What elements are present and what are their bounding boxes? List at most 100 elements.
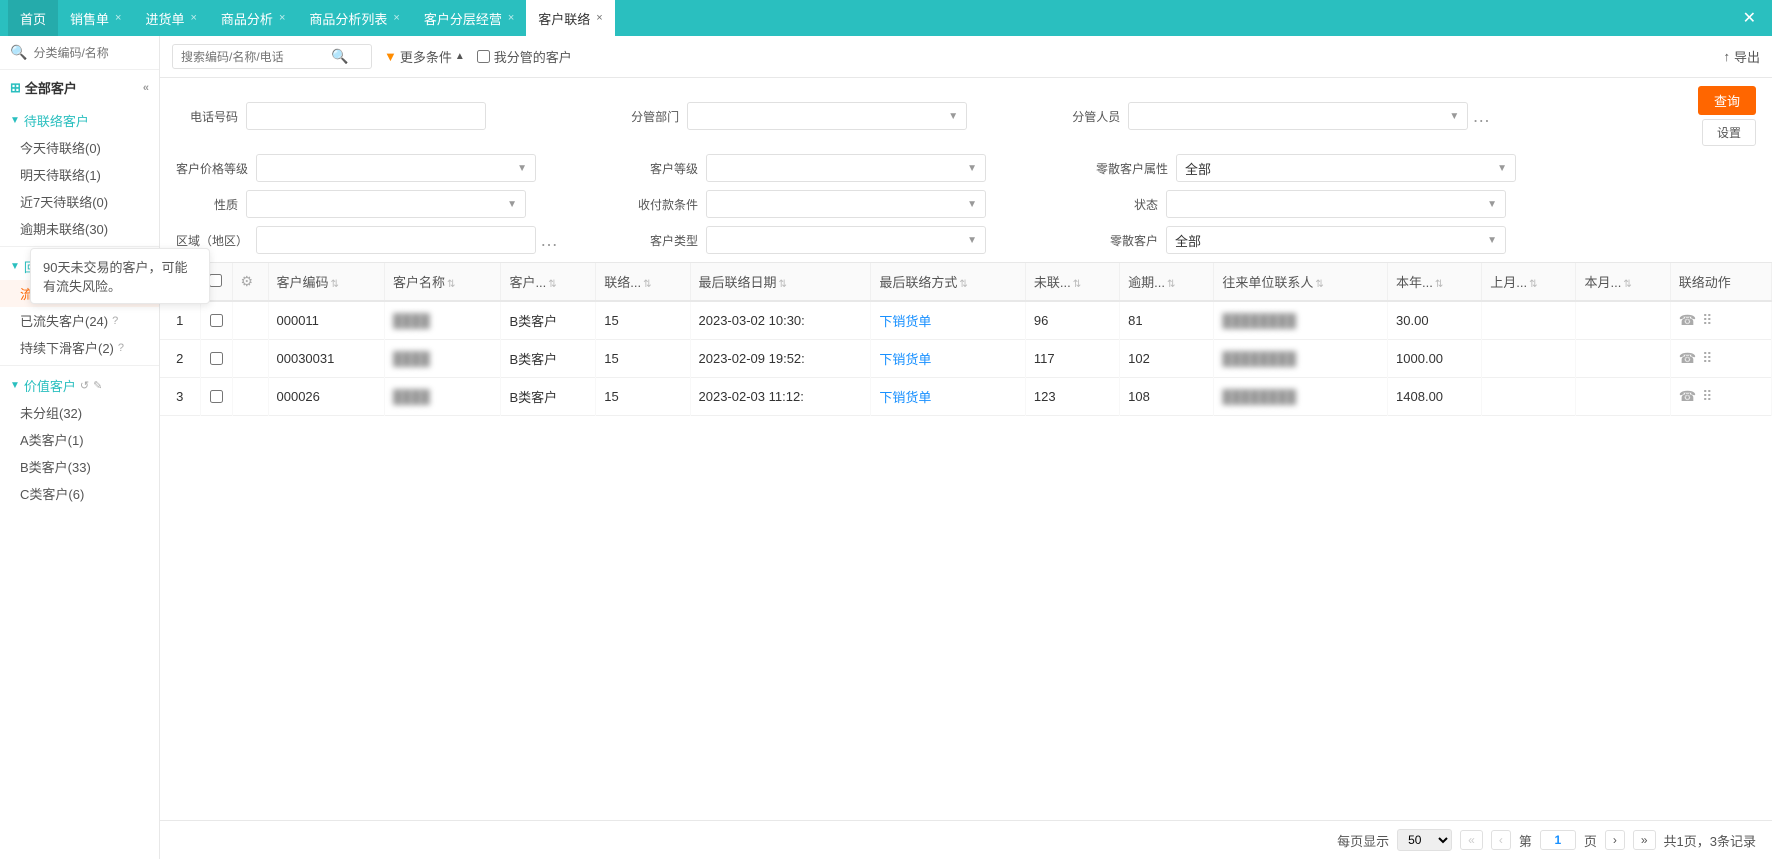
last-contact-type-link-0[interactable]: 下销货单 bbox=[879, 314, 931, 329]
cell-last-contact-date-0: 2023-03-02 10:30: bbox=[690, 301, 871, 340]
row-checkbox-0[interactable] bbox=[210, 314, 223, 327]
filter-field-retail-customer: 零散客户 全部 ▼ bbox=[1096, 226, 1756, 254]
my-customers-toggle[interactable]: 我分管的客户 bbox=[477, 47, 572, 66]
filter-field-customer-level: 客户等级 ▼ bbox=[636, 154, 1076, 182]
tab-analysis[interactable]: 商品分析 × bbox=[209, 0, 297, 36]
th-this-year[interactable]: 本年...⇅ bbox=[1388, 263, 1482, 301]
more-conditions-button[interactable]: ▼ 更多条件 ▲ bbox=[384, 47, 465, 66]
tab-purchase[interactable]: 进货单 × bbox=[133, 0, 208, 36]
filter-select-payment[interactable]: ▼ bbox=[706, 190, 986, 218]
filter-row-4: 区域（地区） … 客户类型 ▼ 零散客户 全部 bbox=[176, 226, 1756, 254]
search-icon-button[interactable]: 🔍 bbox=[331, 48, 348, 65]
filter-region-more-btn[interactable]: … bbox=[536, 230, 562, 251]
filter-select-customer-level[interactable]: ▼ bbox=[706, 154, 986, 182]
th-code[interactable]: 客户编码⇅ bbox=[268, 263, 384, 301]
filter-select-price-level[interactable]: ▼ bbox=[256, 154, 536, 182]
sidebar-item-today-pending[interactable]: 今天待联络(0) bbox=[0, 134, 159, 161]
tab-purchase-close[interactable]: × bbox=[190, 12, 196, 24]
last-contact-type-link-1[interactable]: 下销货单 bbox=[879, 352, 931, 367]
filter-select-person[interactable]: ▼ bbox=[1128, 102, 1468, 130]
last-contact-type-link-2[interactable]: 下销货单 bbox=[879, 390, 931, 405]
window-close-button[interactable]: ✕ bbox=[1735, 4, 1764, 32]
sort-icon-last-contact-date: ⇅ bbox=[779, 279, 787, 290]
dept-dropdown-arrow: ▼ bbox=[948, 111, 958, 122]
action-phone-icon-1[interactable]: ☎ bbox=[1679, 350, 1696, 367]
tab-analysis-list-close[interactable]: × bbox=[393, 12, 399, 24]
filter-select-status[interactable]: ▼ bbox=[1166, 190, 1506, 218]
row-checkbox-2[interactable] bbox=[210, 390, 223, 403]
value-refresh-icon[interactable]: ↺ bbox=[80, 379, 89, 392]
filter-select-customer-type[interactable]: ▼ bbox=[706, 226, 986, 254]
action-more-icon-2[interactable]: ⠿ bbox=[1702, 388, 1712, 405]
sidebar-group-value-title[interactable]: ▼ 价值客户 ↺ ✎ bbox=[0, 370, 159, 399]
my-customers-checkbox[interactable] bbox=[477, 50, 490, 63]
tab-customer-contact[interactable]: 客户联络 × bbox=[526, 0, 614, 36]
search-bar: 🔍 ▼ 更多条件 ▲ 我分管的客户 ↑ 导出 bbox=[160, 36, 1772, 78]
cell-index-1: 2 bbox=[160, 340, 200, 378]
customer-name-blur-0: ████ bbox=[393, 313, 430, 328]
sidebar-item-churned[interactable]: 已流失客户(24) ? bbox=[0, 307, 159, 334]
th-contact[interactable]: 联络...⇅ bbox=[596, 263, 690, 301]
sidebar-item-class-b[interactable]: B类客户(33) bbox=[0, 453, 159, 480]
settings-button[interactable]: 设置 bbox=[1702, 119, 1756, 146]
sidebar-item-declining[interactable]: 持续下滑客户(2) ? bbox=[0, 334, 159, 361]
th-unit-contact[interactable]: 往来单位联系人⇅ bbox=[1214, 263, 1388, 301]
tab-sales[interactable]: 销售单 × bbox=[58, 0, 133, 36]
select-all-checkbox[interactable] bbox=[209, 274, 222, 287]
tab-customer-contact-close[interactable]: × bbox=[596, 12, 602, 24]
filter-person-more-btn[interactable]: … bbox=[1468, 106, 1494, 127]
filter-select-dept[interactable]: ▼ bbox=[687, 102, 967, 130]
th-no-contact-days[interactable]: 未联...⇅ bbox=[1025, 263, 1119, 301]
last-page-button[interactable]: » bbox=[1633, 830, 1656, 850]
th-name[interactable]: 客户名称⇅ bbox=[384, 263, 500, 301]
sidebar-item-class-a[interactable]: A类客户(1) bbox=[0, 426, 159, 453]
th-type[interactable]: 客户...⇅ bbox=[501, 263, 596, 301]
sidebar-item-7day-pending[interactable]: 近7天待联络(0) bbox=[0, 188, 159, 215]
prev-page-button[interactable]: ‹ bbox=[1491, 830, 1511, 850]
sidebar-item-ungrouped[interactable]: 未分组(32) bbox=[0, 399, 159, 426]
tab-analysis-close[interactable]: × bbox=[279, 12, 285, 24]
action-phone-icon-0[interactable]: ☎ bbox=[1679, 312, 1696, 329]
action-more-icon-0[interactable]: ⠿ bbox=[1702, 312, 1712, 329]
nature-arrow: ▼ bbox=[507, 199, 517, 210]
th-overdue[interactable]: 逾期...⇅ bbox=[1120, 263, 1214, 301]
tab-sales-close[interactable]: × bbox=[115, 12, 121, 24]
filter-select-retail-attr[interactable]: 全部 ▼ bbox=[1176, 154, 1516, 182]
filter-input-phone[interactable] bbox=[246, 102, 486, 130]
value-edit-icon[interactable]: ✎ bbox=[93, 379, 102, 392]
action-more-icon-1[interactable]: ⠿ bbox=[1702, 350, 1712, 367]
tab-home-label: 首页 bbox=[20, 9, 46, 28]
sidebar-search-input[interactable] bbox=[33, 46, 160, 60]
sidebar-group-pending-title[interactable]: ▼ 待联络客户 bbox=[0, 105, 159, 134]
customer-type-arrow: ▼ bbox=[967, 235, 977, 246]
filter-select-retail-customer[interactable]: 全部 ▼ bbox=[1166, 226, 1506, 254]
page-input[interactable] bbox=[1540, 830, 1576, 850]
tab-home[interactable]: 首页 bbox=[8, 0, 58, 36]
status-arrow: ▼ bbox=[1487, 199, 1497, 210]
sidebar-item-overdue-pending[interactable]: 逾期未联络(30) bbox=[0, 215, 159, 242]
tab-customer-seg[interactable]: 客户分层经营 × bbox=[412, 0, 526, 36]
export-button[interactable]: ↑ 导出 bbox=[1723, 47, 1760, 66]
tab-analysis-list[interactable]: 商品分析列表 × bbox=[297, 0, 411, 36]
search-input[interactable] bbox=[181, 50, 331, 64]
first-page-button[interactable]: « bbox=[1460, 830, 1483, 850]
page-size-select[interactable]: 50 100 200 bbox=[1397, 829, 1452, 851]
sort-icon-no-contact-days: ⇅ bbox=[1073, 279, 1081, 290]
query-button[interactable]: 查询 bbox=[1698, 86, 1756, 115]
th-last-contact-date[interactable]: 最后联络日期⇅ bbox=[690, 263, 871, 301]
action-phone-icon-2[interactable]: ☎ bbox=[1679, 388, 1696, 405]
tab-customer-seg-close[interactable]: × bbox=[508, 12, 514, 24]
filter-select-region[interactable] bbox=[256, 226, 536, 254]
th-last-contact-type[interactable]: 最后联络方式⇅ bbox=[871, 263, 1026, 301]
next-page-button[interactable]: › bbox=[1605, 830, 1625, 850]
sidebar-item-tomorrow-pending[interactable]: 明天待联络(1) bbox=[0, 161, 159, 188]
th-this-month[interactable]: 本月...⇅ bbox=[1576, 263, 1670, 301]
th-last-month[interactable]: 上月...⇅ bbox=[1482, 263, 1576, 301]
filter-actions: 查询 设置 bbox=[1698, 86, 1756, 146]
sidebar-all-customers[interactable]: ⊞ 全部客户 « bbox=[0, 70, 159, 105]
filter-select-nature[interactable]: ▼ bbox=[246, 190, 526, 218]
collapse-icon: « bbox=[143, 82, 149, 94]
table-settings-icon[interactable]: ⚙ bbox=[241, 273, 254, 289]
row-checkbox-1[interactable] bbox=[210, 352, 223, 365]
sidebar-item-class-c[interactable]: C类客户(6) bbox=[0, 480, 159, 507]
